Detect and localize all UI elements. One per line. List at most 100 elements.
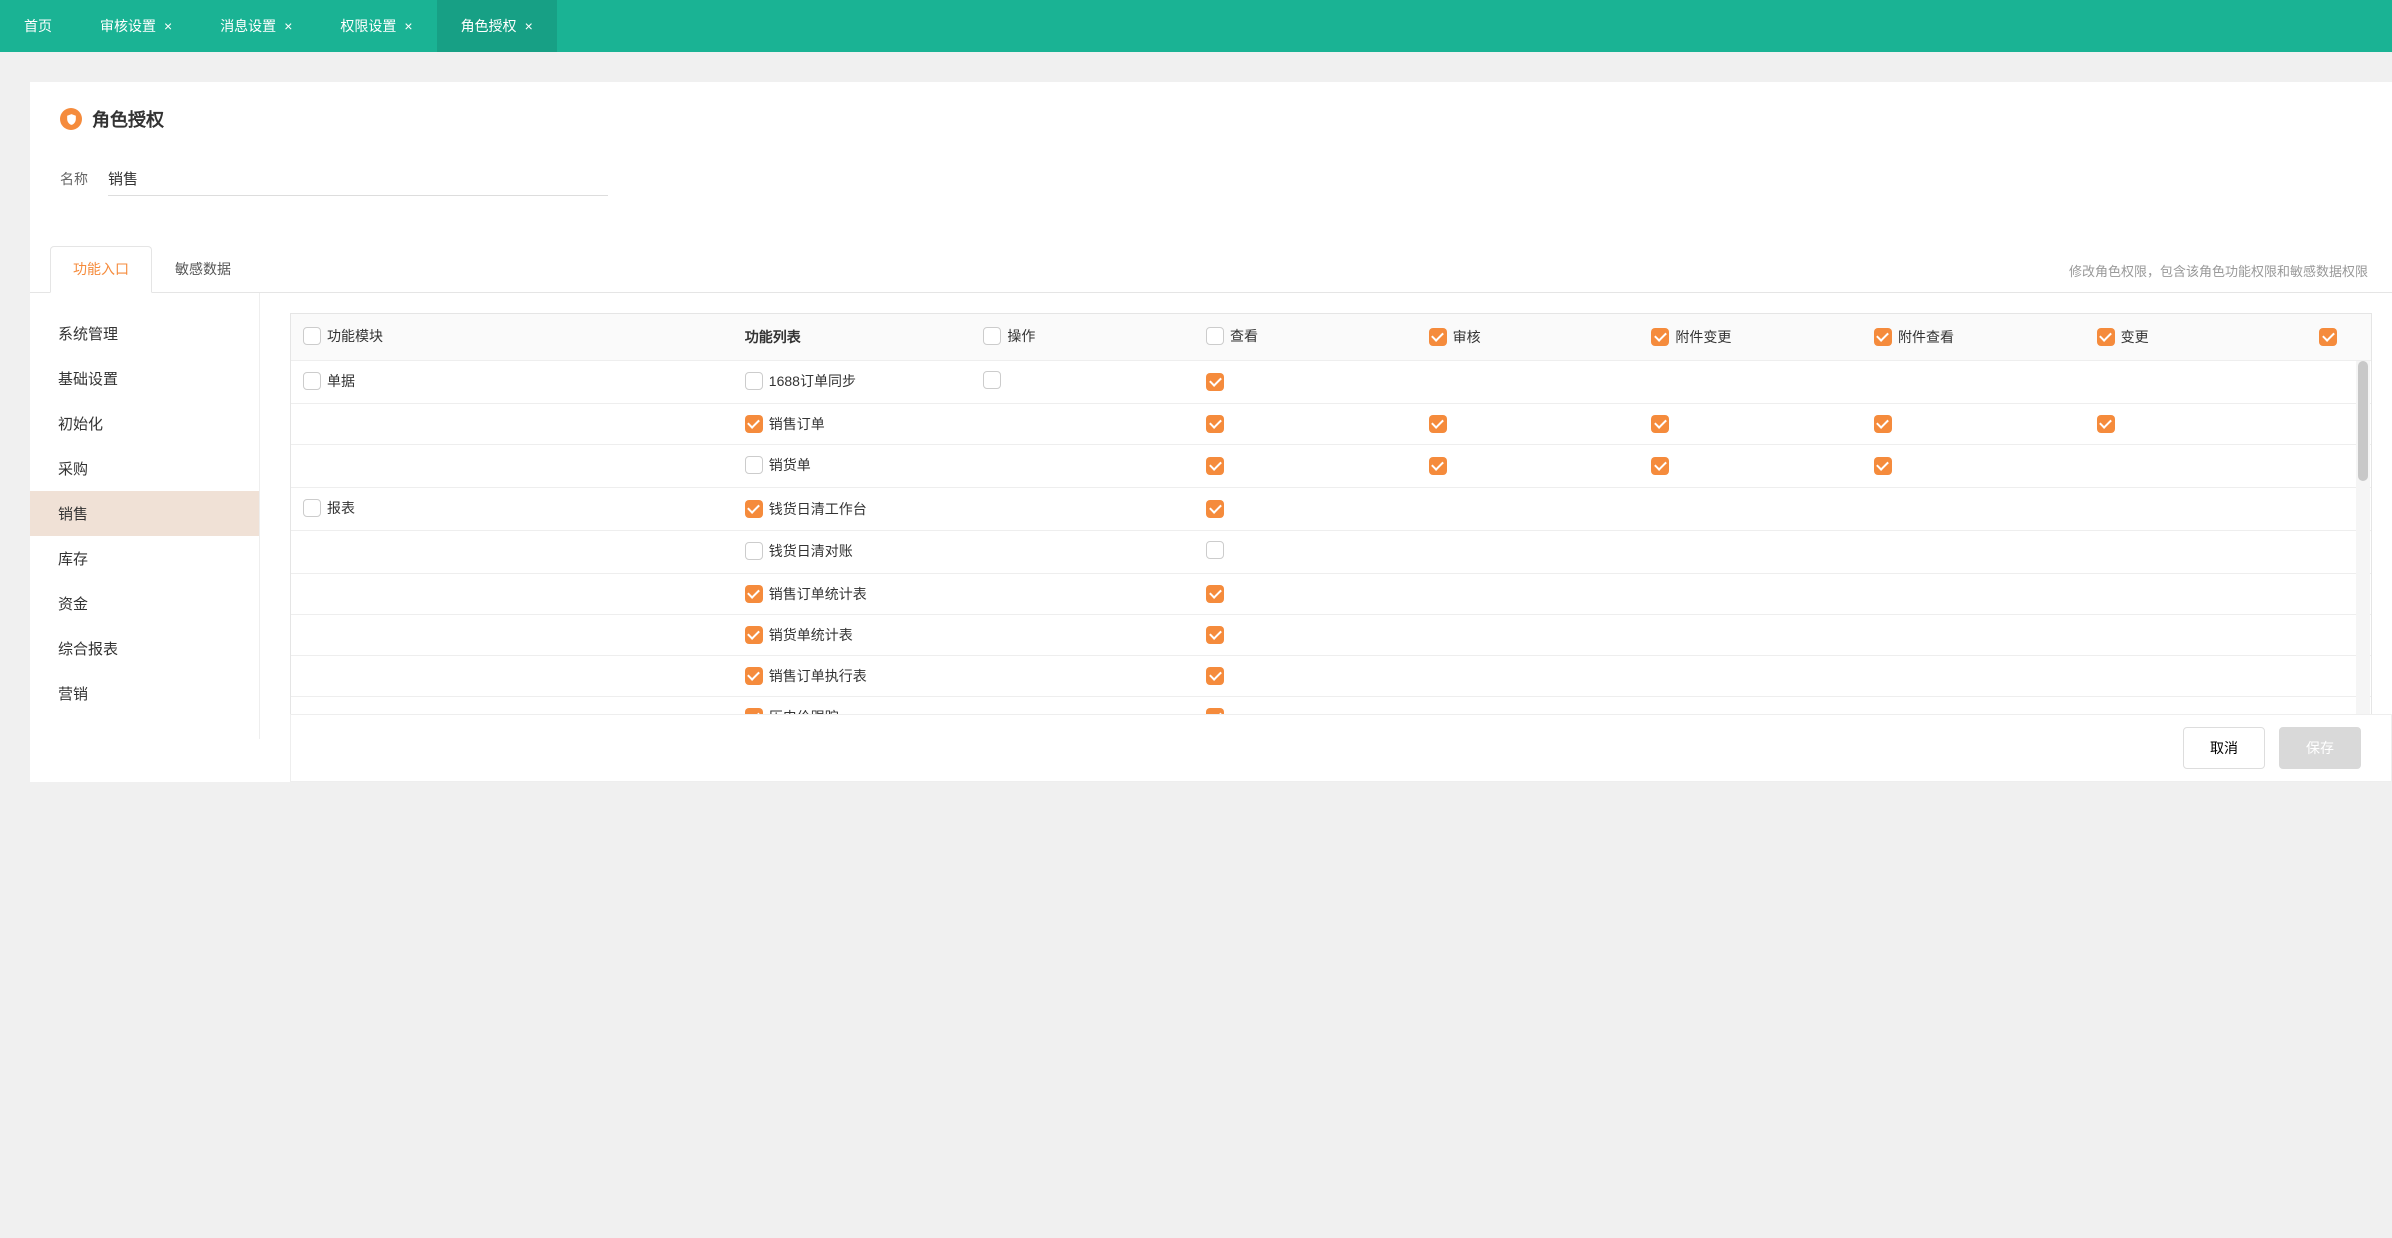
subtabs-row: 功能入口敏感数据 修改角色权限，包含该角色功能权限和敏感数据权限 — [30, 216, 2392, 293]
subtab-1[interactable]: 敏感数据 — [152, 246, 254, 292]
sidenav-item-0[interactable]: 系统管理 — [30, 311, 259, 356]
checkbox-checked-icon — [1874, 415, 1892, 433]
top-tab-0[interactable]: 首页 — [0, 0, 76, 52]
cell-audit — [1417, 655, 1640, 696]
checkbox-checked-icon — [1429, 415, 1447, 433]
cell-attchg — [1639, 403, 1862, 444]
cell-view — [1194, 614, 1417, 655]
subtab-0[interactable]: 功能入口 — [50, 246, 152, 293]
checkbox[interactable] — [1206, 541, 1224, 559]
cell-list: 1688订单同步 — [733, 360, 972, 403]
cell-list: 钱货日清对账 — [733, 530, 972, 573]
table-row: 销售订单执行表 — [291, 655, 2371, 696]
close-icon[interactable]: × — [404, 18, 412, 34]
sidenav-item-7[interactable]: 综合报表 — [30, 626, 259, 671]
sidenav-item-5[interactable]: 库存 — [30, 536, 259, 581]
checkbox[interactable] — [1651, 457, 1669, 475]
page-title-row: 角色授权 — [30, 82, 2392, 142]
cell-list: 销售订单 — [733, 403, 972, 444]
cell-attchg — [1639, 655, 1862, 696]
table-row: 销售订单 — [291, 403, 2371, 444]
cell-op — [971, 487, 1194, 530]
name-input[interactable]: 销售 — [108, 162, 608, 196]
close-icon[interactable]: × — [284, 18, 292, 34]
checkbox[interactable] — [1874, 415, 1892, 433]
cell-change — [2085, 403, 2308, 444]
checkbox-with-label[interactable]: 附件查看 — [1874, 327, 1954, 347]
checkbox-with-label[interactable]: 附件变更 — [1651, 327, 1731, 347]
checkbox-with-label[interactable]: 操作 — [983, 326, 1035, 346]
checkbox[interactable] — [983, 371, 1001, 389]
vertical-scrollbar-track[interactable] — [2356, 361, 2370, 738]
checkbox-with-label[interactable]: 销货单 — [745, 455, 811, 475]
sidenav-item-8[interactable]: 营销 — [30, 671, 259, 716]
checkbox[interactable] — [1429, 415, 1447, 433]
top-tab-3[interactable]: 权限设置× — [316, 0, 436, 52]
cell-module — [291, 573, 733, 614]
checkbox-with-label[interactable]: 销售订单统计表 — [745, 584, 867, 604]
checkbox-with-label[interactable]: 钱货日清对账 — [745, 541, 853, 561]
col-header-module: 功能模块 — [291, 314, 733, 360]
checkbox-with-label[interactable]: 销货单统计表 — [745, 625, 853, 645]
vertical-scrollbar-thumb[interactable] — [2358, 361, 2368, 481]
checkbox[interactable] — [1206, 373, 1224, 391]
checkbox[interactable] — [1429, 457, 1447, 475]
checkbox-checked-icon — [1874, 328, 1892, 346]
sidenav-item-2[interactable]: 初始化 — [30, 401, 259, 446]
top-tab-4[interactable]: 角色授权 × — [437, 0, 557, 52]
checkbox-with-label[interactable]: 功能模块 — [303, 326, 383, 346]
col-header-view: 查看 — [1194, 314, 1417, 360]
checkbox[interactable] — [1206, 415, 1224, 433]
checkbox-with-label[interactable]: 报表 — [303, 498, 355, 518]
cell-change — [2085, 360, 2308, 403]
checkbox-with-label[interactable]: 变更 — [2097, 327, 2149, 347]
top-tab-label: 角色授权 — [461, 16, 517, 36]
checkbox-with-label[interactable]: 钱货日清工作台 — [745, 499, 867, 519]
cell-view — [1194, 530, 1417, 573]
col-header-more — [2307, 314, 2371, 360]
checkbox-checked-icon — [1206, 373, 1224, 391]
sidenav-item-6[interactable]: 资金 — [30, 581, 259, 626]
checkbox[interactable] — [1206, 457, 1224, 475]
cell-audit — [1417, 403, 1640, 444]
sidenav-item-1[interactable]: 基础设置 — [30, 356, 259, 401]
checkbox-label: 单据 — [327, 371, 355, 391]
checkbox-with-label[interactable]: 销售订单执行表 — [745, 666, 867, 686]
checkbox[interactable] — [1206, 626, 1224, 644]
checkbox[interactable] — [1874, 457, 1892, 475]
cell-attchg — [1639, 487, 1862, 530]
checkbox-with-label[interactable]: 单据 — [303, 371, 355, 391]
checkbox-with-label[interactable]: 销售订单 — [745, 414, 825, 434]
checkbox[interactable] — [2097, 415, 2115, 433]
cell-list: 销售订单统计表 — [733, 573, 972, 614]
close-icon[interactable]: × — [164, 18, 172, 34]
checkbox[interactable] — [1206, 500, 1224, 518]
checkbox-checked-icon — [1206, 585, 1224, 603]
checkbox[interactable] — [1206, 667, 1224, 685]
cell-attview — [1862, 614, 2085, 655]
sidenav-item-4[interactable]: 销售 — [30, 491, 259, 536]
top-tab-2[interactable]: 消息设置× — [196, 0, 316, 52]
table-row: 销货单 — [291, 444, 2371, 487]
cell-attview — [1862, 573, 2085, 614]
checkbox-unchecked-icon — [983, 371, 1001, 389]
cell-module — [291, 530, 733, 573]
checkbox-unchecked-icon — [983, 327, 1001, 345]
cell-attview — [1862, 655, 2085, 696]
close-icon[interactable]: × — [525, 18, 533, 34]
checkbox-with-label[interactable]: 审核 — [1429, 327, 1481, 347]
cancel-button[interactable]: 取消 — [2183, 727, 2265, 769]
checkbox-with-label[interactable]: 1688订单同步 — [745, 371, 856, 391]
checkbox-label: 销售订单 — [769, 414, 825, 434]
checkbox[interactable] — [1206, 585, 1224, 603]
checkbox-with-label[interactable]: 查看 — [1206, 326, 1258, 346]
cell-attchg — [1639, 444, 1862, 487]
subtab-list: 功能入口敏感数据 — [50, 246, 254, 292]
sidenav-item-3[interactable]: 采购 — [30, 446, 259, 491]
checkbox-unchecked-icon — [745, 372, 763, 390]
checkbox[interactable] — [1651, 415, 1669, 433]
save-button[interactable]: 保存 — [2279, 727, 2361, 769]
checkbox-checked-icon — [1651, 457, 1669, 475]
checkbox[interactable] — [2319, 328, 2337, 346]
top-tab-1[interactable]: 审核设置× — [76, 0, 196, 52]
